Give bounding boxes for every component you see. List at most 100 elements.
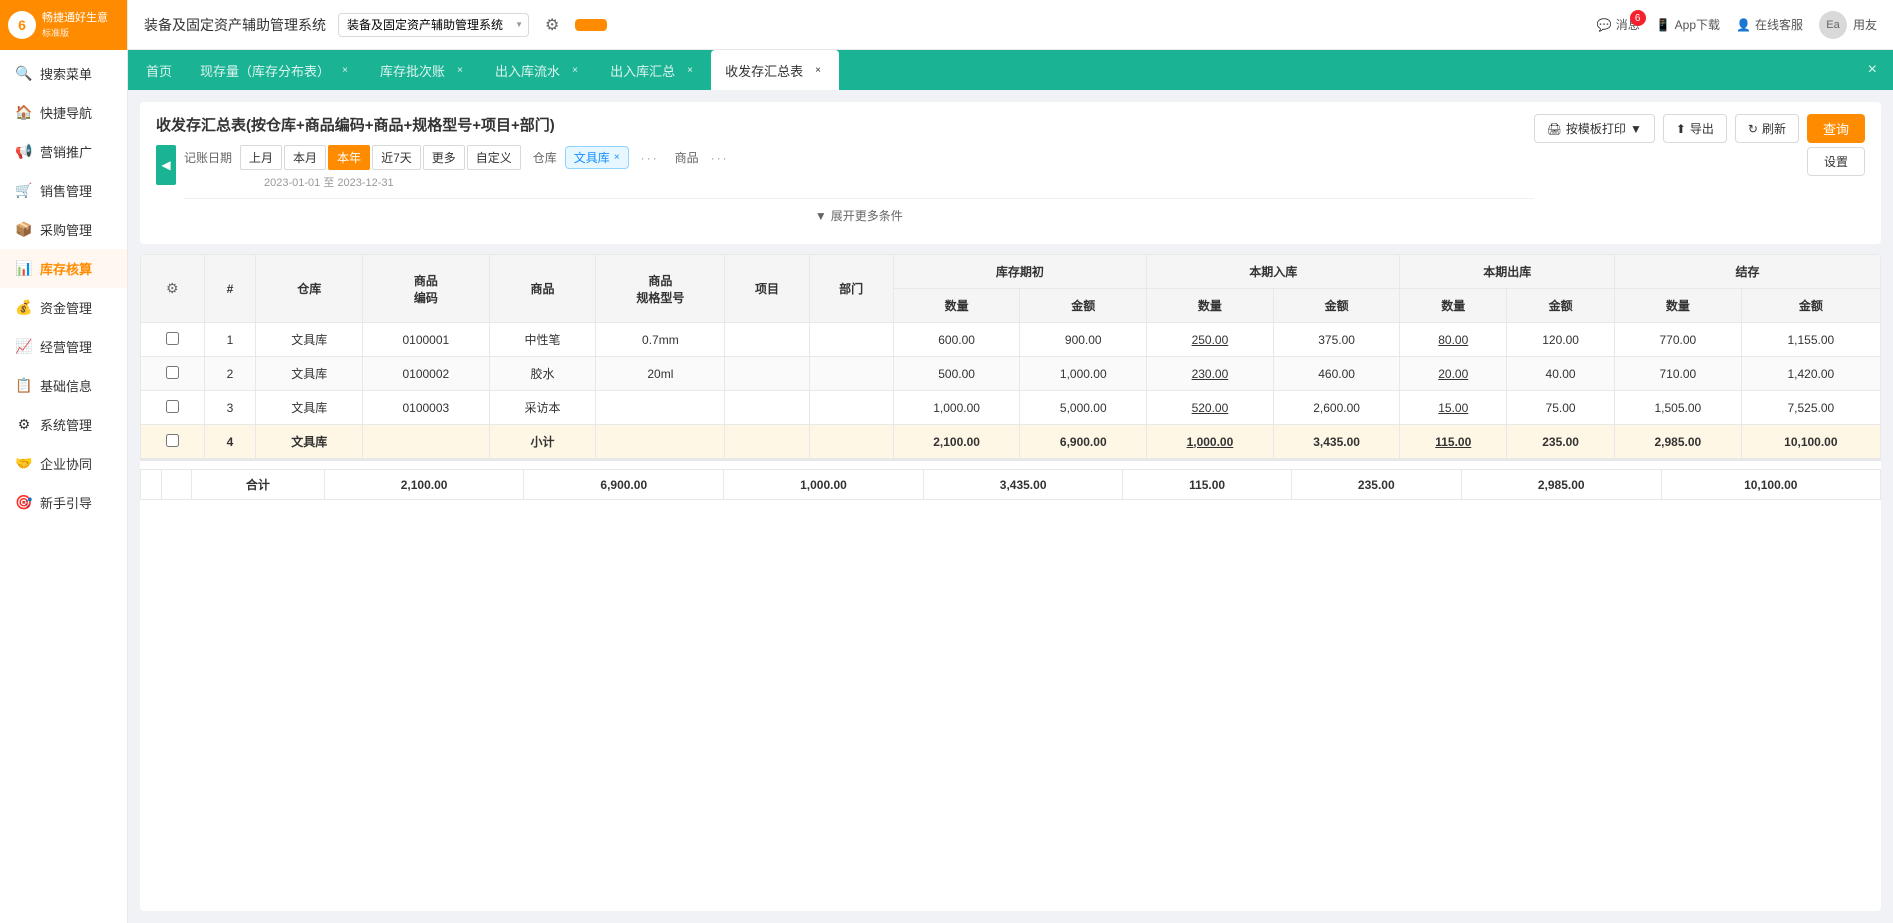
tab-label-4: 出入库汇总: [610, 61, 675, 80]
sidebar-item-marketing[interactable]: 📢 营销推广: [0, 132, 127, 171]
export-button[interactable]: ⬆ 导出: [1663, 114, 1727, 143]
sub-po-amt: 235.00: [1507, 425, 1615, 459]
total-row: 合计 2,100.00 6,900.00 1,000.00 3,435.00 1…: [141, 470, 1881, 500]
row-checkbox-2[interactable]: [141, 391, 205, 425]
logo-title: 畅捷通好生意: [42, 11, 108, 25]
row-check-1[interactable]: [166, 366, 179, 379]
export-btn-label: 导出: [1690, 120, 1714, 137]
row-po-qty-0[interactable]: 80.00: [1400, 323, 1507, 357]
sidebar-item-search[interactable]: 🔍 搜索菜单: [0, 54, 127, 93]
settings-gear-button[interactable]: ⚙: [541, 11, 563, 39]
row-checkbox-0[interactable]: [141, 323, 205, 357]
online-service-action[interactable]: 👤 在线客服: [1736, 16, 1803, 33]
print-icon: 🖨: [1547, 122, 1562, 136]
sub-ps-amt: 6,900.00: [1020, 425, 1147, 459]
row-ps-amt-0: 900.00: [1020, 323, 1147, 357]
sidebar-item-purchase[interactable]: 📦 采购管理: [0, 210, 127, 249]
row-b-amt-1: 1,420.00: [1741, 357, 1880, 391]
refresh-button[interactable]: ↻ 刷新: [1735, 114, 1799, 143]
sidebar-item-operations[interactable]: 📈 经营管理: [0, 327, 127, 366]
user-action[interactable]: Ea 用友: [1819, 11, 1877, 39]
sidebar-item-enterprise[interactable]: 🤝 企业协同: [0, 444, 127, 483]
tabbar-close-button[interactable]: ×: [1856, 61, 1889, 79]
row-pi-qty-1[interactable]: 230.00: [1147, 357, 1274, 391]
th-b-amt: 金额: [1741, 289, 1880, 323]
tab-0[interactable]: 首页: [132, 50, 186, 90]
row-dept-1: [809, 357, 893, 391]
row-name-1: 胶水: [489, 357, 596, 391]
tab-1[interactable]: 现存量（库存分布表）×: [186, 50, 366, 90]
row-pi-qty-2[interactable]: 520.00: [1147, 391, 1274, 425]
row-po-qty-2[interactable]: 15.00: [1400, 391, 1507, 425]
sub-po-qty[interactable]: 115.00: [1400, 425, 1507, 459]
sub-b-qty: 2,985.00: [1615, 425, 1742, 459]
row-project-2: [725, 391, 809, 425]
warehouse-more-dots[interactable]: ···: [637, 151, 663, 165]
sidebar-item-label-quick-nav: 快捷导航: [40, 103, 92, 122]
sidebar-item-system[interactable]: ⚙ 系统管理: [0, 405, 127, 444]
th-po-qty: 数量: [1400, 289, 1507, 323]
quick-nav-icon: 🏠: [16, 105, 32, 121]
tab-close-2[interactable]: ×: [453, 63, 467, 77]
avatar: Ea: [1819, 11, 1847, 39]
warehouse-tag-close[interactable]: ×: [614, 152, 620, 163]
sub-project: [725, 425, 809, 459]
sidebar-item-basic-info[interactable]: 📋 基础信息: [0, 366, 127, 405]
tab-3[interactable]: 出入库流水×: [481, 50, 596, 90]
tab-2[interactable]: 库存批次账×: [366, 50, 481, 90]
refresh-btn-label: 刷新: [1762, 120, 1786, 137]
col-settings-button[interactable]: 设置: [1807, 147, 1865, 176]
experience-button[interactable]: [575, 19, 607, 31]
sub-label: 小计: [489, 425, 596, 459]
row-checkbox-1[interactable]: [141, 357, 205, 391]
system-select-wrapper[interactable]: 装备及固定资产辅助管理系统: [338, 13, 529, 37]
row-code-0: 0100001: [363, 323, 490, 357]
tab-5[interactable]: 收发存汇总表×: [711, 50, 839, 90]
date-btn-上月[interactable]: 上月: [240, 145, 282, 170]
sidebar-item-finance[interactable]: 💰 资金管理: [0, 288, 127, 327]
expand-more-btn[interactable]: ▼ 展开更多条件: [815, 203, 903, 228]
row-warehouse-0: 文具库: [256, 323, 363, 357]
message-action[interactable]: 💬 消息 6: [1597, 16, 1640, 33]
sub-dept: [809, 425, 893, 459]
print-button[interactable]: 🖨 按模板打印 ▼: [1534, 114, 1655, 143]
date-btn-本月[interactable]: 本月: [284, 145, 326, 170]
tab-close-3[interactable]: ×: [568, 63, 582, 77]
refresh-icon: ↻: [1748, 122, 1758, 136]
sub-check[interactable]: [166, 434, 179, 447]
collapse-arrow-button[interactable]: ◀: [156, 145, 176, 185]
tab-close-4[interactable]: ×: [683, 63, 697, 77]
row-pi-qty-0[interactable]: 250.00: [1147, 323, 1274, 357]
tab-close-1[interactable]: ×: [338, 63, 352, 77]
sidebar-item-sales[interactable]: 🛒 销售管理: [0, 171, 127, 210]
goods-more-dots[interactable]: ···: [707, 151, 733, 165]
sub-pi-qty[interactable]: 1,000.00: [1147, 425, 1274, 459]
system-select[interactable]: 装备及固定资产辅助管理系统: [338, 13, 529, 37]
row-warehouse-2: 文具库: [256, 391, 363, 425]
topbar-left: 装备及固定资产辅助管理系统 装备及固定资产辅助管理系统 ⚙: [144, 11, 607, 39]
column-setting-button[interactable]: ⚙: [166, 280, 179, 297]
row-ps-qty-0: 600.00: [893, 323, 1020, 357]
th-department: 部门: [809, 255, 893, 323]
app-download-action[interactable]: 📱 App下载: [1656, 16, 1720, 33]
print-btn-label: 按模板打印: [1566, 120, 1626, 137]
date-btn-近7天[interactable]: 近7天: [372, 145, 421, 170]
row-check-0[interactable]: [166, 332, 179, 345]
date-btn-自定义[interactable]: 自定义: [467, 145, 521, 170]
expand-btn-label: 展开更多条件: [831, 207, 903, 224]
date-btn-本年[interactable]: 本年: [328, 145, 370, 170]
sidebar-item-label-finance: 资金管理: [40, 298, 92, 317]
sidebar-item-inventory[interactable]: 📊 库存核算: [0, 249, 127, 288]
tab-close-5[interactable]: ×: [811, 63, 825, 77]
total-ps-qty: 2,100.00: [324, 470, 524, 500]
row-check-2[interactable]: [166, 400, 179, 413]
query-button[interactable]: 查询: [1807, 114, 1865, 143]
sidebar-item-quick-nav[interactable]: 🏠 快捷导航: [0, 93, 127, 132]
row-po-qty-1[interactable]: 20.00: [1400, 357, 1507, 391]
sidebar-item-guide[interactable]: 🎯 新手引导: [0, 483, 127, 522]
date-btn-更多[interactable]: 更多: [423, 145, 465, 170]
total-ps-amt: 6,900.00: [524, 470, 724, 500]
tab-4[interactable]: 出入库汇总 ×: [596, 50, 711, 90]
sub-checkbox[interactable]: [141, 425, 205, 459]
row-po-amt-2: 75.00: [1507, 391, 1615, 425]
